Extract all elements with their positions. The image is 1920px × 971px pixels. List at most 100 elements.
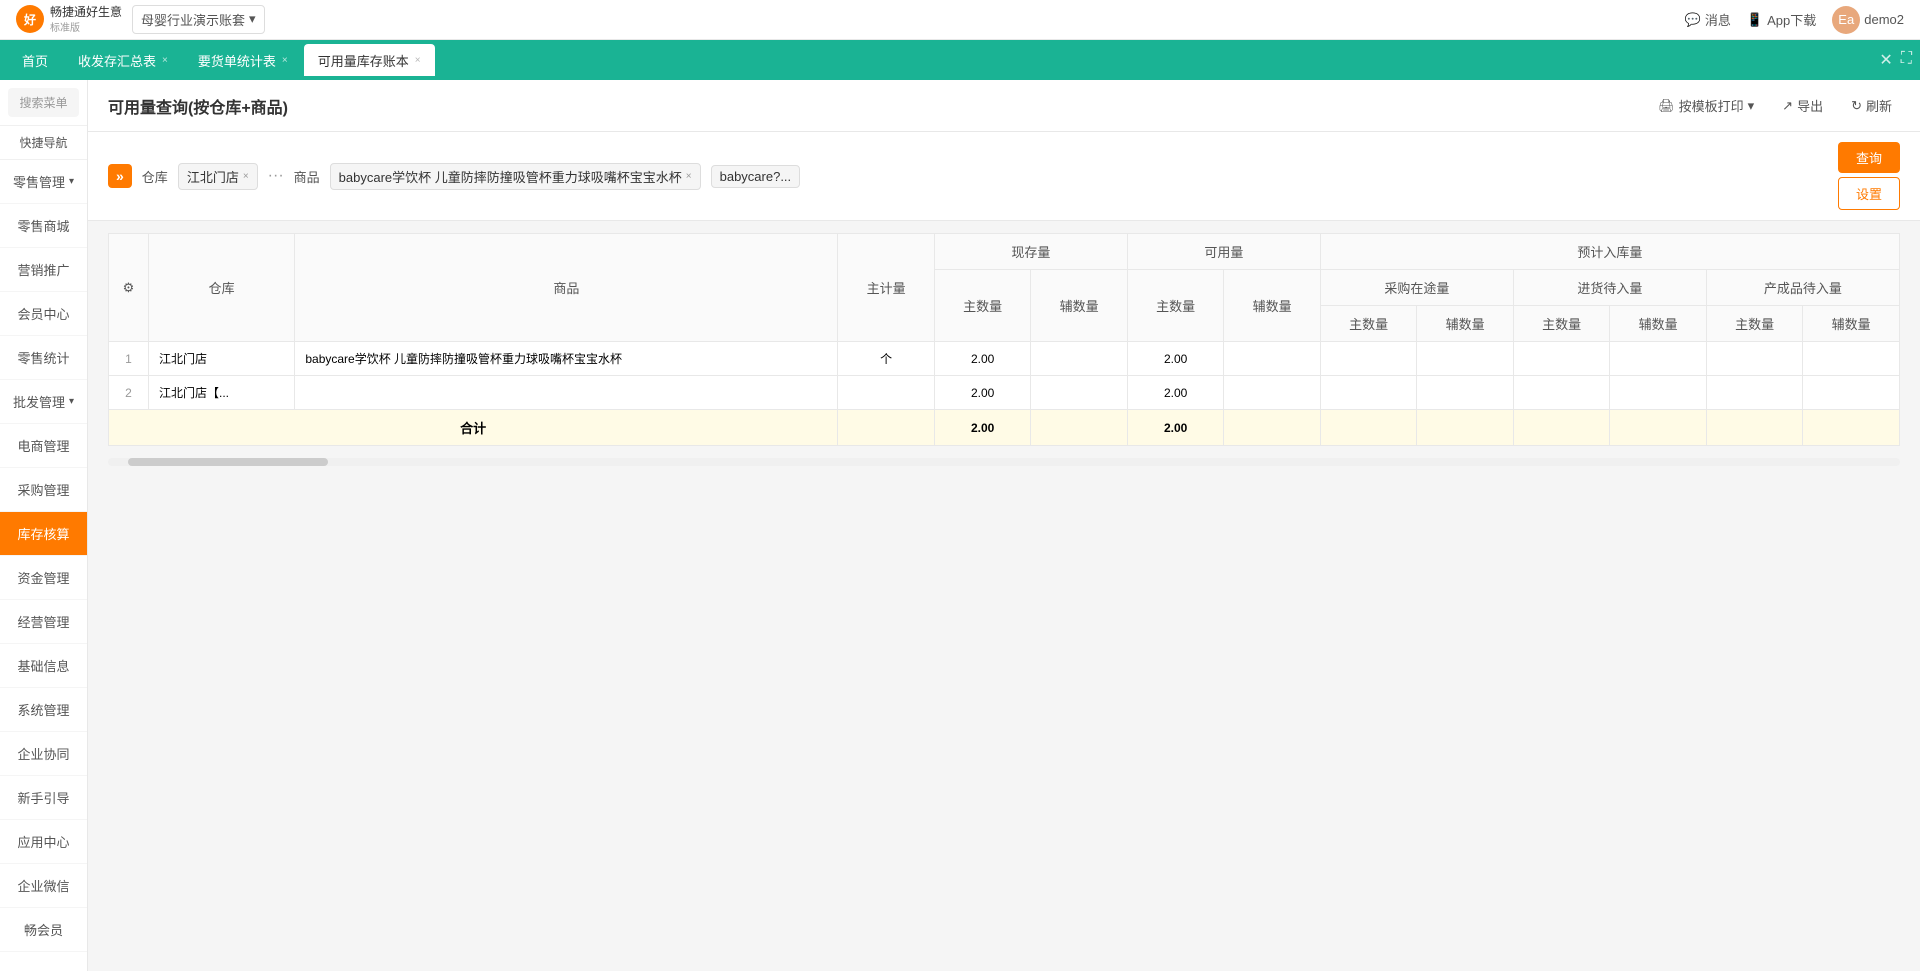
product-filter-label: 商品 [294,167,320,186]
tab-home[interactable]: 首页 [8,44,62,76]
sidebar-item-enterprise[interactable]: 企业协同 [0,732,87,776]
sidebar-item-retail-mall-label: 零售商城 [17,216,69,235]
nav-tabs: 首页 收发存汇总表 × 要货单统计表 × 可用量库存账本 × ✕ ⛶ [0,40,1920,80]
col-main-unit-header: 主计量 [838,234,935,342]
filter-right-actions: 查询 设置 [1838,142,1900,210]
user-btn[interactable]: Ea demo2 [1832,6,1904,34]
sidebar-item-guide[interactable]: 新手引导 [0,776,87,820]
chevron-down-icon: ▾ [69,396,74,407]
refresh-btn[interactable]: ↻ 刷新 [1843,92,1900,119]
page-title: 可用量查询(按仓库+商品) [108,94,288,118]
table-row: 1 江北门店 babycare学饮杯 儿童防摔防撞吸管杯重力球吸嘴杯宝宝水杯 个… [109,342,1900,376]
sidebar-item-ecommerce[interactable]: 电商管理 [0,424,87,468]
col-purchase-transit-header: 采购在途量 [1320,270,1513,306]
col-production-pending-header: 产成品待入量 [1706,270,1899,306]
tab-orders-close[interactable]: × [282,55,288,66]
row-inc-main-0 [1513,342,1610,376]
product-filter-tag-1[interactable]: babycare学饮杯 儿童防摔防撞吸管杯重力球吸嘴杯宝宝水杯 × [330,163,701,190]
col-prod-main-header: 主数量 [1706,306,1803,342]
sidebar-quick-nav[interactable]: 快捷导航 [0,126,87,160]
download-btn[interactable]: 📱 App下载 [1747,10,1816,29]
row-unit-1 [838,376,935,410]
row-avail-aux-1 [1224,376,1321,410]
sidebar-item-apps[interactable]: 应用中心 [0,820,87,864]
query-button[interactable]: 查询 [1838,142,1900,173]
sidebar-item-operations[interactable]: 经营管理 [0,600,87,644]
warehouse-filter-value: 江北门店 [187,167,239,186]
warehouse-filter-tag[interactable]: 江北门店 × [178,163,258,190]
settings-button[interactable]: 设置 [1838,177,1900,210]
message-btn[interactable]: 💬 消息 [1685,10,1731,29]
sidebar-item-purchase[interactable]: 采购管理 [0,468,87,512]
table-scroll-thumb[interactable] [128,458,328,466]
sidebar-search: 搜索菜单 [0,80,87,126]
table-scroll-bar[interactable] [108,458,1900,466]
sidebar-item-inventory-check[interactable]: 库存核算 [0,512,87,556]
logo-sub: 标准版 [50,19,122,34]
page-header: 可用量查询(按仓库+商品) 🖨 按模板打印 ▾ ↗ 导出 ↻ 刷新 [88,80,1920,132]
sidebar-item-vip[interactable]: 畅会员 [0,908,87,952]
product-filter-tag-2[interactable]: babycare?... [711,165,801,188]
refresh-label: 刷新 [1866,96,1892,115]
export-icon: ↗ [1782,98,1793,114]
export-btn[interactable]: ↗ 导出 [1774,92,1831,119]
nav-window-btns: ✕ ⛶ [1879,50,1912,70]
sidebar-item-marketing[interactable]: 营销推广 [0,248,87,292]
tab-receipts-close[interactable]: × [162,55,168,66]
sidebar-item-basics[interactable]: 基础信息 [0,644,87,688]
warehouse-filter-label: 仓库 [142,167,168,186]
sidebar-item-retail-mgmt[interactable]: 零售管理 ▾ [0,160,87,204]
nav-close-btn[interactable]: ✕ [1879,50,1892,70]
settings-icon: ⚙ [123,280,135,295]
filter-expand-button[interactable]: » [108,164,132,188]
total-prod-aux [1803,410,1900,446]
logo-text-block: 畅捷通好生意 标准版 [50,5,122,34]
warehouse-tag-close-icon[interactable]: × [243,171,249,182]
data-table: ⚙ 仓库 商品 主计量 现存量 [108,233,1900,446]
search-menu-button[interactable]: 搜索菜单 [8,88,79,117]
logo-text: 畅捷通好生意 [50,5,122,19]
sidebar-item-enterprise-label: 企业协同 [17,744,69,763]
user-label: demo2 [1864,12,1904,27]
sidebar-item-wechat[interactable]: 企业微信 [0,864,87,908]
main-layout: 搜索菜单 快捷导航 零售管理 ▾ 零售商城 营销推广 会员中心 零售统计 批发管… [0,80,1920,971]
tab-orders[interactable]: 要货单统计表 × [184,44,302,76]
sidebar-item-wholesale-mgmt[interactable]: 批发管理 ▾ [0,380,87,424]
tab-inventory[interactable]: 可用量库存账本 × [304,44,435,76]
sidebar-item-finance[interactable]: 资金管理 [0,556,87,600]
row-pur-aux-0 [1417,342,1514,376]
warehouse-more-btn[interactable]: ··· [268,167,284,185]
sidebar-item-members[interactable]: 会员中心 [0,292,87,336]
sidebar-item-operations-label: 经营管理 [17,612,69,631]
content-area: 可用量查询(按仓库+商品) 🖨 按模板打印 ▾ ↗ 导出 ↻ 刷新 » [88,80,1920,971]
total-current-main: 2.00 [934,410,1031,446]
tab-receipts[interactable]: 收发存汇总表 × [64,44,182,76]
total-avail-main: 2.00 [1127,410,1224,446]
row-num-1: 2 [109,376,149,410]
col-inc-main-header: 主数量 [1513,306,1610,342]
row-product-1 [295,376,838,410]
row-warehouse-0: 江北门店 [149,342,295,376]
sidebar-item-system[interactable]: 系统管理 [0,688,87,732]
nav-maximize-btn[interactable]: ⛶ [1901,50,1912,70]
row-avail-main-0: 2.00 [1127,342,1224,376]
row-num-0: 1 [109,342,149,376]
total-inc-aux [1610,410,1707,446]
industry-select[interactable]: 母婴行业演示账套 ▾ [132,5,265,34]
row-pur-main-1 [1320,376,1417,410]
row-inc-aux-1 [1610,376,1707,410]
print-btn[interactable]: 🖨 按模板打印 ▾ [1650,92,1762,119]
col-warehouse-header: 仓库 [149,234,295,342]
product-tag-1-close-icon[interactable]: × [686,171,692,182]
sidebar-item-retail-mall[interactable]: 零售商城 [0,204,87,248]
col-pur-main-header: 主数量 [1320,306,1417,342]
col-settings-header[interactable]: ⚙ [109,234,149,342]
tab-inventory-close[interactable]: × [415,55,421,66]
col-inc-aux-header: 辅数量 [1610,306,1707,342]
sidebar-item-retail-stats[interactable]: 零售统计 [0,336,87,380]
sidebar-item-retail-stats-label: 零售统计 [17,348,69,367]
col-current-aux-header: 辅数量 [1031,270,1128,342]
sidebar-item-apps-label: 应用中心 [17,832,69,851]
total-pur-main [1320,410,1417,446]
table-row: 2 江北门店【... 2.00 2.00 [109,376,1900,410]
